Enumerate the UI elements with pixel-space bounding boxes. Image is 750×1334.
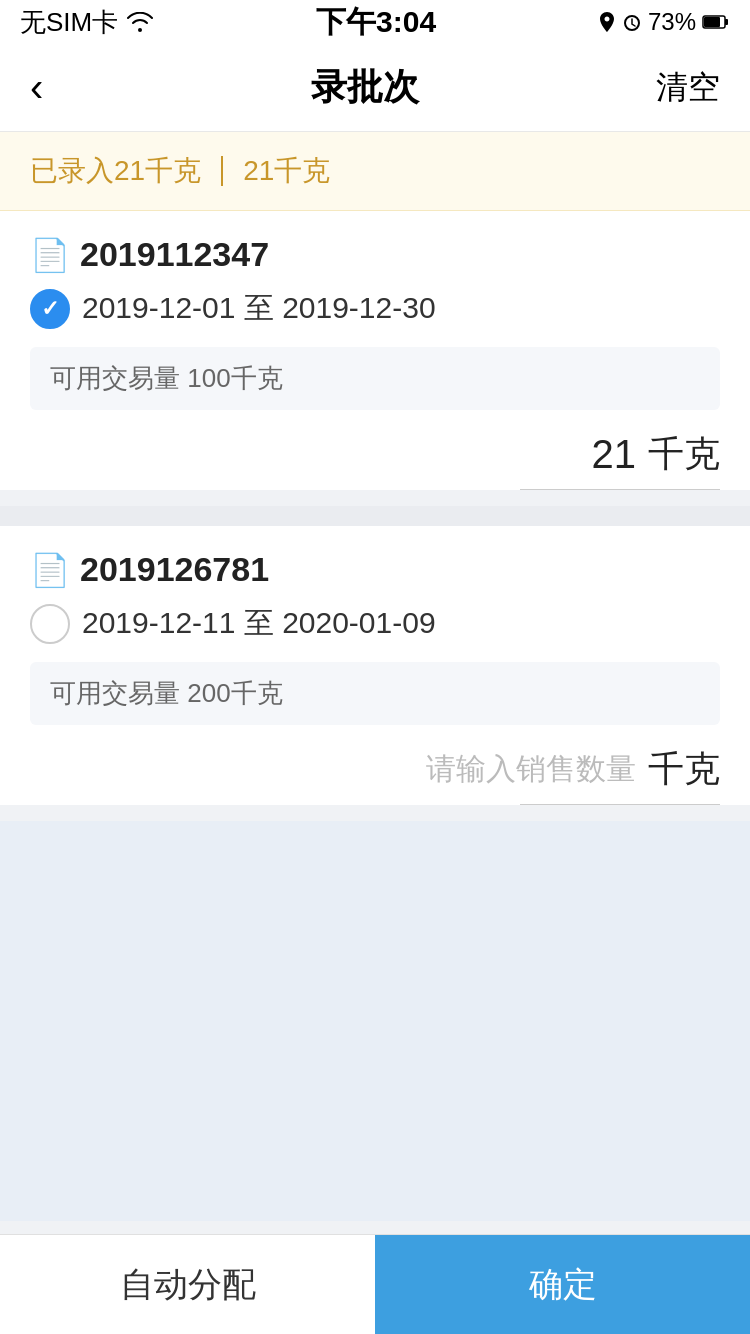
back-button[interactable]: ‹ <box>30 65 90 110</box>
status-time: 下午3:04 <box>316 2 436 43</box>
wifi-icon <box>126 12 154 32</box>
batch1-radio[interactable] <box>30 289 70 329</box>
batch2-number: 2019126781 <box>80 550 269 589</box>
batch1-quantity-row: 21 千克 <box>0 410 750 489</box>
batch2-divider <box>520 804 720 805</box>
batch2-input-row: 请输入销售数量 千克 <box>0 725 750 804</box>
batch1-available: 可用交易量 100千克 <box>30 347 720 410</box>
auto-distribute-button[interactable]: 自动分配 <box>0 1235 375 1334</box>
batch-item-2: 📄 2019126781 2019-12-11 至 2020-01-09 可用交… <box>0 526 750 805</box>
svg-rect-2 <box>725 19 728 25</box>
batch1-date: 2019-12-01 至 2019-12-30 <box>82 288 436 329</box>
page-title: 录批次 <box>311 63 419 112</box>
batch2-available: 可用交易量 200千克 <box>30 662 720 725</box>
info-banner: 已录入21千克 21千克 <box>0 132 750 211</box>
status-left: 无SIM卡 <box>20 5 154 40</box>
bottom-bar: 自动分配 确定 <box>0 1234 750 1334</box>
svg-rect-3 <box>704 17 720 27</box>
batch2-date: 2019-12-11 至 2020-01-09 <box>82 603 436 644</box>
batch1-unit: 千克 <box>648 430 720 479</box>
banner-value: 21千克 <box>243 152 330 190</box>
location-icon <box>598 11 616 33</box>
batch1-quantity-value[interactable]: 21 <box>592 432 637 477</box>
banner-divider <box>221 156 223 186</box>
batch1-icon: 📄 <box>30 236 70 274</box>
clear-button[interactable]: 清空 <box>640 66 720 110</box>
battery-icon <box>702 14 730 30</box>
batch2-date-row[interactable]: 2019-12-11 至 2020-01-09 <box>0 599 750 654</box>
batch1-number: 2019112347 <box>80 235 269 274</box>
confirm-button[interactable]: 确定 <box>375 1235 750 1334</box>
batch2-header: 📄 2019126781 <box>0 526 750 599</box>
batch1-date-row[interactable]: 2019-12-01 至 2019-12-30 <box>0 284 750 339</box>
batch-item-1: 📄 2019112347 2019-12-01 至 2019-12-30 可用交… <box>0 211 750 490</box>
batch2-input-placeholder: 请输入销售数量 <box>426 749 636 790</box>
alarm-icon <box>622 11 642 33</box>
section-separator-1 <box>0 506 750 526</box>
no-sim-text: 无SIM卡 <box>20 5 118 40</box>
status-right: 73% <box>598 8 730 36</box>
banner-label: 已录入21千克 <box>30 152 201 190</box>
empty-area <box>0 821 750 1221</box>
status-bar: 无SIM卡 下午3:04 73% <box>0 0 750 44</box>
battery-text: 73% <box>648 8 696 36</box>
nav-bar: ‹ 录批次 清空 <box>0 44 750 132</box>
batch2-icon: 📄 <box>30 551 70 589</box>
batch2-unit: 千克 <box>648 745 720 794</box>
batch1-divider <box>520 489 720 490</box>
batch1-header: 📄 2019112347 <box>0 211 750 284</box>
batch2-radio[interactable] <box>30 604 70 644</box>
